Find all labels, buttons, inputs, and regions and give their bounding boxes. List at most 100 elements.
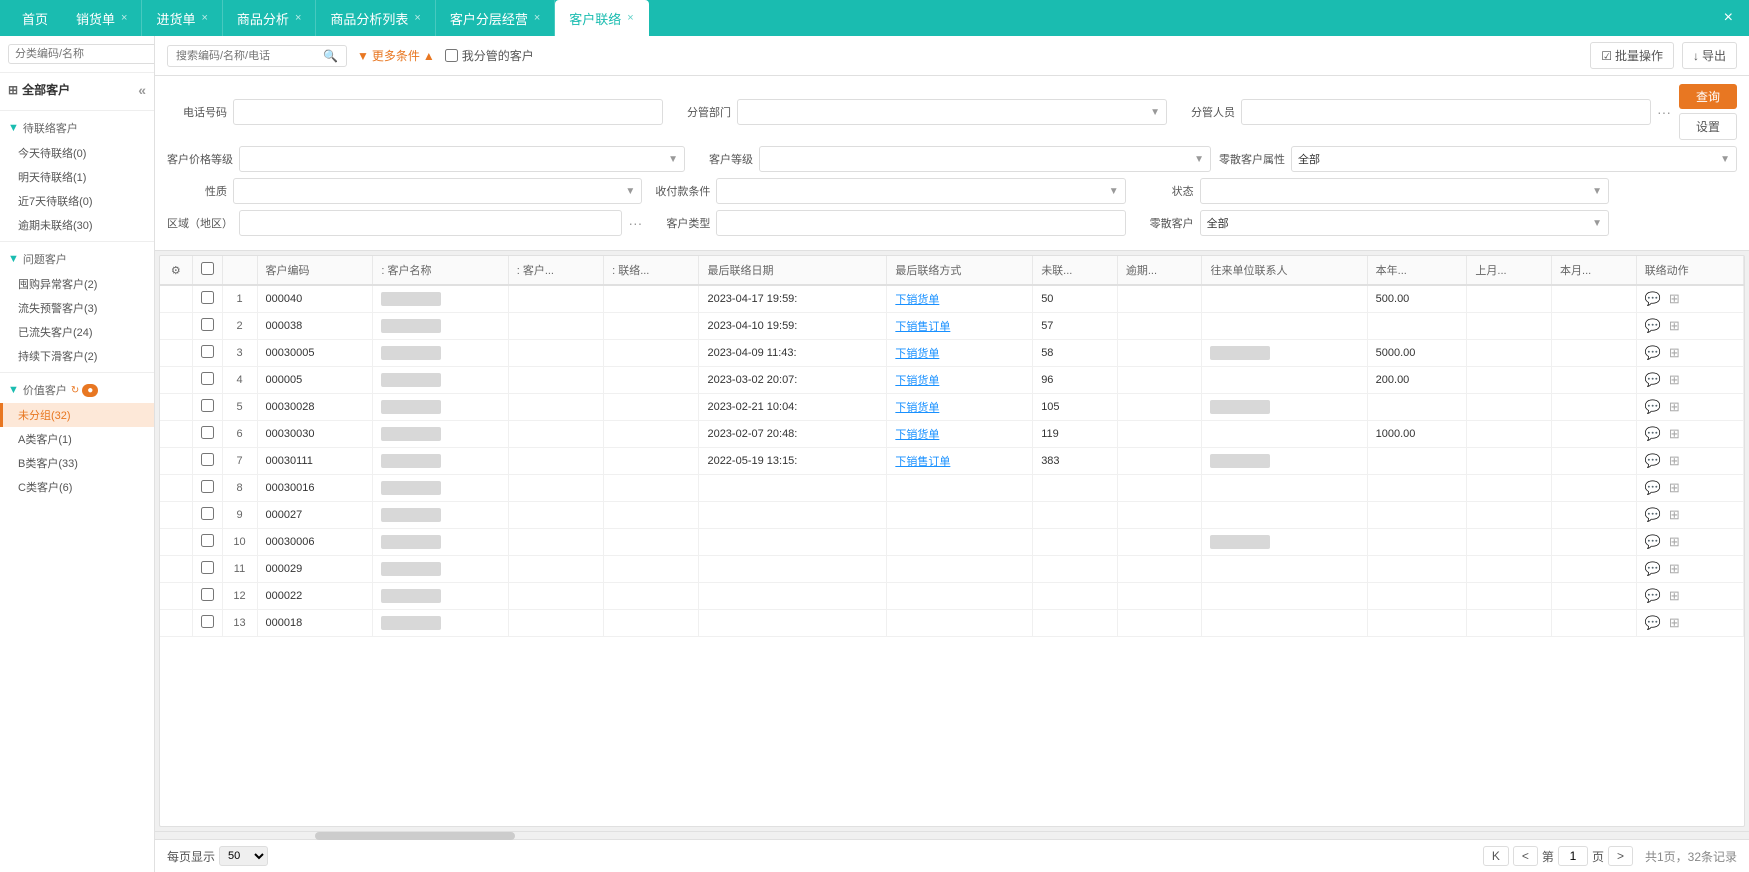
reset-button[interactable]: 设置	[1679, 113, 1737, 140]
check-all-checkbox[interactable]	[201, 262, 214, 275]
row-checkbox[interactable]	[201, 453, 214, 466]
horizontal-scrollbar[interactable]	[155, 831, 1749, 839]
staff-dots[interactable]: ···	[1657, 104, 1671, 120]
my-customers-checkbox[interactable]	[445, 49, 458, 62]
more-conditions-btn[interactable]: ▼ 更多条件 ▲	[357, 47, 435, 64]
message-icon[interactable]: 💬	[1645, 399, 1661, 415]
sidebar-item-7day-pending[interactable]: 近7天待联络(0)	[0, 189, 154, 213]
contact-th[interactable]: : 联络...	[604, 256, 699, 285]
message-icon[interactable]: 💬	[1645, 291, 1661, 307]
sidebar-item-class-b[interactable]: B类客户(33)	[0, 451, 154, 475]
contact-method-link[interactable]: 下销货单	[895, 294, 939, 306]
row-checkbox[interactable]	[201, 588, 214, 601]
row-checkbox[interactable]	[201, 291, 214, 304]
check-all-th[interactable]	[192, 256, 222, 285]
first-page-btn[interactable]: K	[1483, 846, 1509, 866]
collapse-icon[interactable]: «	[138, 82, 146, 98]
phone-input[interactable]	[233, 99, 663, 125]
row-checkbox[interactable]	[201, 534, 214, 547]
query-button[interactable]: 查询	[1679, 84, 1737, 109]
grid-action-icon[interactable]: ⊞	[1669, 534, 1680, 550]
tab-customer-segment[interactable]: 客户分层经营 ×	[436, 0, 555, 36]
row-check[interactable]	[192, 502, 222, 529]
grid-action-icon[interactable]: ⊞	[1669, 318, 1680, 334]
row-check[interactable]	[192, 285, 222, 313]
sidebar-item-today-pending[interactable]: 今天待联络(0)	[0, 141, 154, 165]
page-number-input[interactable]	[1558, 846, 1588, 866]
sidebar-item-declining[interactable]: 持续下滑客户(2)	[0, 344, 154, 368]
row-last-method[interactable]: 下销货单	[887, 340, 1033, 367]
close-segment-icon[interactable]: ×	[534, 12, 540, 24]
contact-method-link[interactable]: 下销货单	[895, 402, 939, 414]
value-group-label[interactable]: ▼ 价值客户 ↻ ●	[0, 377, 154, 403]
retail-attr-select[interactable]: 全部 ▼	[1291, 146, 1737, 172]
tab-customer-contact[interactable]: 客户联络 ×	[555, 0, 648, 36]
type-th[interactable]: : 客户...	[508, 256, 603, 285]
row-last-method[interactable]: 下销货单	[887, 367, 1033, 394]
sidebar-item-class-a[interactable]: A类客户(1)	[0, 427, 154, 451]
grid-action-icon[interactable]: ⊞	[1669, 372, 1680, 388]
message-icon[interactable]: 💬	[1645, 426, 1661, 442]
row-check[interactable]	[192, 421, 222, 448]
row-checkbox[interactable]	[201, 561, 214, 574]
price-select[interactable]: ▼	[239, 146, 685, 172]
window-close-button[interactable]: ×	[1716, 9, 1741, 27]
row-check[interactable]	[192, 448, 222, 475]
row-last-method[interactable]: 下销货单	[887, 285, 1033, 313]
grid-action-icon[interactable]: ⊞	[1669, 507, 1680, 523]
grid-action-icon[interactable]: ⊞	[1669, 480, 1680, 496]
message-icon[interactable]: 💬	[1645, 372, 1661, 388]
batch-ops-btn[interactable]: ☑ 批量操作	[1590, 42, 1674, 69]
tab-purchase[interactable]: 进货单 ×	[142, 0, 222, 36]
sidebar-item-overdue-pending[interactable]: 逾期未联络(30)	[0, 213, 154, 237]
ctype-select[interactable]	[716, 210, 1125, 236]
my-customers-filter[interactable]: 我分管的客户	[445, 47, 534, 64]
grid-action-icon[interactable]: ⊞	[1669, 561, 1680, 577]
nature-select[interactable]: ▼	[233, 178, 642, 204]
row-last-method[interactable]: 下销货单	[887, 394, 1033, 421]
row-checkbox[interactable]	[201, 480, 214, 493]
grid-action-icon[interactable]: ⊞	[1669, 291, 1680, 307]
message-icon[interactable]: 💬	[1645, 345, 1661, 361]
row-check[interactable]	[192, 583, 222, 610]
message-icon[interactable]: 💬	[1645, 588, 1661, 604]
sidebar-item-churn-warning[interactable]: 流失预警客户(3)	[0, 296, 154, 320]
dept-select[interactable]: ▼	[737, 99, 1167, 125]
row-checkbox[interactable]	[201, 615, 214, 628]
main-search-icon[interactable]: 🔍	[323, 49, 338, 63]
sidebar-item-class-c[interactable]: C类客户(6)	[0, 475, 154, 499]
next-page-btn[interactable]: >	[1608, 846, 1633, 866]
row-check[interactable]	[192, 529, 222, 556]
this-month-th[interactable]: 本月...	[1552, 256, 1637, 285]
pending-group-label[interactable]: ▼ 待联络客户	[0, 115, 154, 141]
contact-method-link[interactable]: 下销售订单	[895, 321, 950, 333]
row-last-method[interactable]: 下销售订单	[887, 448, 1033, 475]
retail-select[interactable]: 全部 ▼	[1200, 210, 1609, 236]
message-icon[interactable]: 💬	[1645, 453, 1661, 469]
grid-action-icon[interactable]: ⊞	[1669, 399, 1680, 415]
row-check[interactable]	[192, 556, 222, 583]
settings-th[interactable]: ⚙	[160, 256, 192, 285]
main-search-box[interactable]: 🔍	[167, 45, 347, 67]
sidebar-item-ungrouped[interactable]: 未分组(32)	[0, 403, 154, 427]
tab-analysis-list[interactable]: 商品分析列表 ×	[316, 0, 435, 36]
row-checkbox[interactable]	[201, 507, 214, 520]
value-refresh-icon[interactable]: ↻	[71, 385, 79, 396]
level-select[interactable]: ▼	[759, 146, 1211, 172]
grid-action-icon[interactable]: ⊞	[1669, 426, 1680, 442]
close-purchase-icon[interactable]: ×	[201, 12, 207, 24]
row-last-method[interactable]: 下销货单	[887, 421, 1033, 448]
scrollbar-thumb[interactable]	[315, 832, 515, 840]
sidebar-item-churned[interactable]: 已流失客户(24)	[0, 320, 154, 344]
overdue-th[interactable]: 逾期...	[1117, 256, 1202, 285]
contact-method-link[interactable]: 下销货单	[895, 429, 939, 441]
region-dots[interactable]: ···	[628, 215, 642, 231]
this-year-th[interactable]: 本年...	[1367, 256, 1467, 285]
last-method-th[interactable]: 最后联络方式	[887, 256, 1033, 285]
no-contact-th[interactable]: 未联...	[1033, 256, 1118, 285]
close-analysis-icon[interactable]: ×	[295, 12, 301, 24]
message-icon[interactable]: 💬	[1645, 534, 1661, 550]
grid-action-icon[interactable]: ⊞	[1669, 615, 1680, 631]
all-customers-header[interactable]: ⊞ 全部客户 «	[0, 73, 154, 106]
export-btn[interactable]: ↓ 导出	[1682, 42, 1737, 69]
